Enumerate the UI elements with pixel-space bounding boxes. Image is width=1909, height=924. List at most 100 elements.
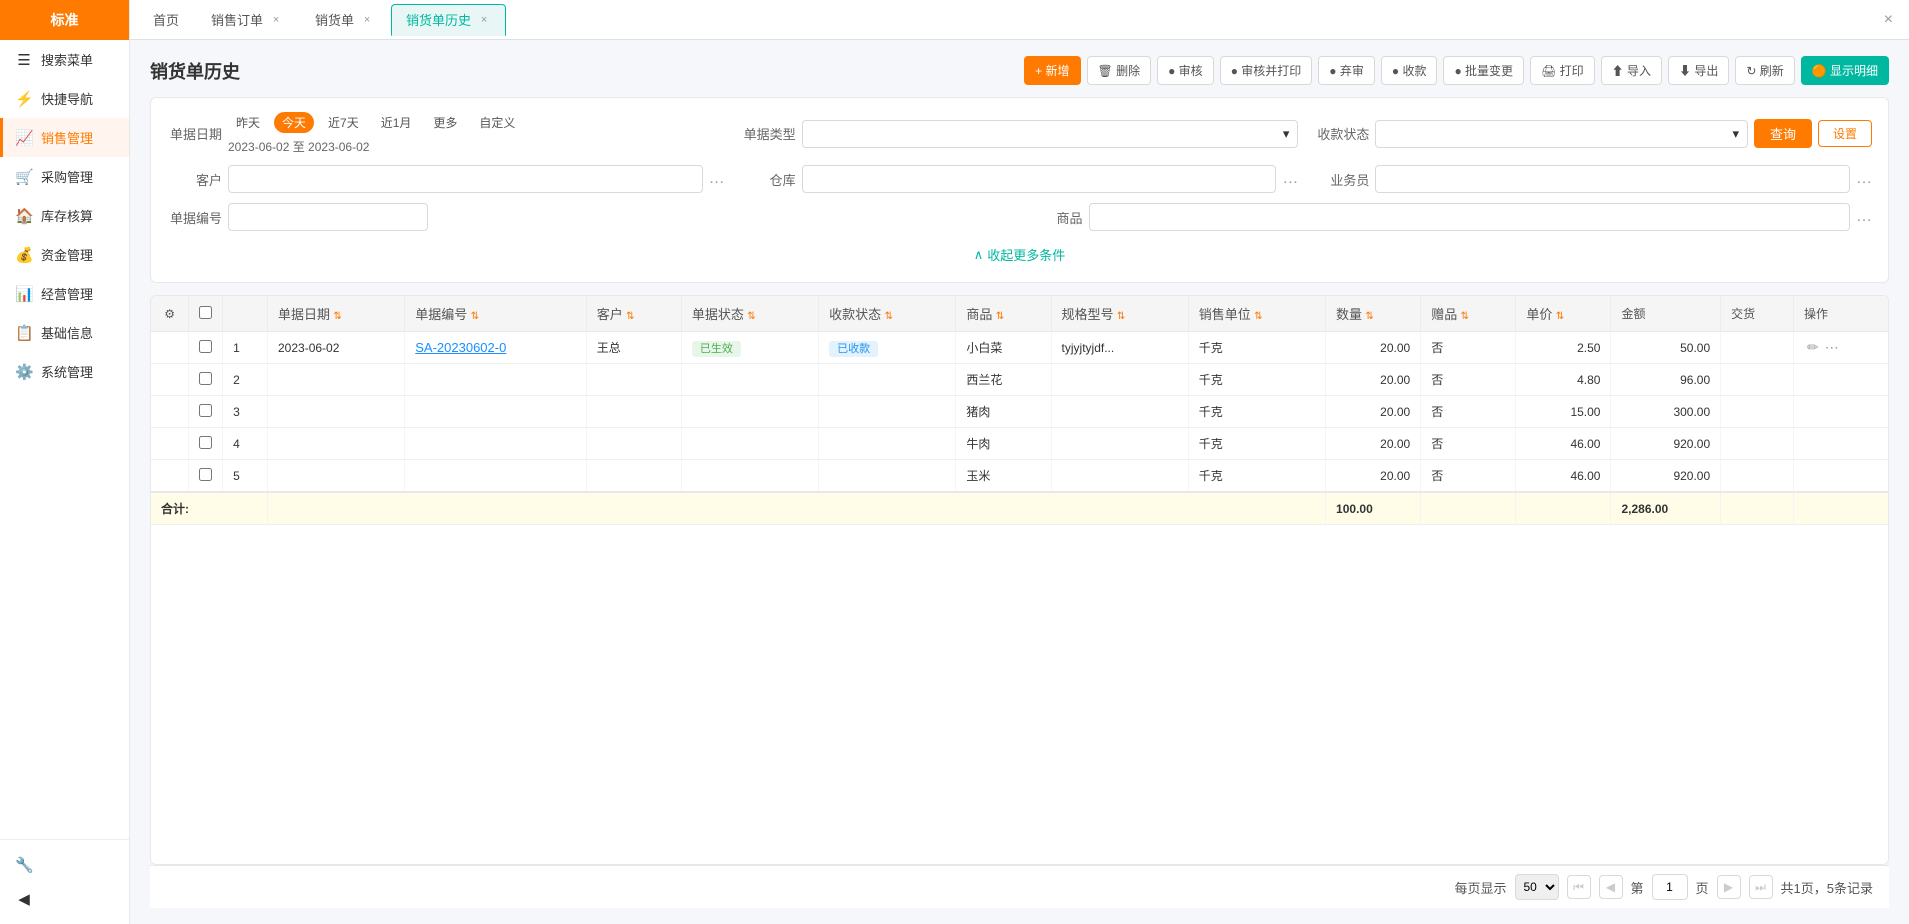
collection-status-select[interactable]: ▾: [1375, 120, 1748, 148]
tab-sales-order-close[interactable]: ×: [269, 13, 283, 27]
first-page-button[interactable]: ⏮: [1567, 875, 1591, 899]
delete-button[interactable]: 🗑 删除: [1087, 56, 1152, 85]
row-doc-number[interactable]: SA-20230602-0: [405, 332, 587, 364]
sidebar-bottom-settings[interactable]: 🔧: [0, 848, 129, 882]
per-page-select[interactable]: 50: [1515, 874, 1559, 900]
sidebar-collapse-btn[interactable]: ◀: [0, 882, 129, 916]
select-all-checkbox[interactable]: [199, 306, 212, 319]
shortcut-more[interactable]: 更多: [425, 112, 465, 133]
warehouse-input[interactable]: [802, 165, 1277, 193]
page-number-input[interactable]: [1652, 874, 1688, 900]
th-collection-status[interactable]: 收款状态 ⇅: [819, 296, 956, 332]
refresh-button[interactable]: ↻ 刷新: [1735, 56, 1794, 85]
row-checkbox[interactable]: [189, 428, 223, 460]
edit-icon[interactable]: ✏: [1804, 339, 1822, 355]
salesperson-dots[interactable]: …: [1856, 170, 1872, 188]
more-icon[interactable]: ⋯: [1822, 339, 1842, 355]
row-checkbox[interactable]: [189, 332, 223, 364]
shortcut-1month[interactable]: 近1月: [373, 112, 420, 133]
sidebar-item-basic-info[interactable]: 📋 基础信息: [0, 313, 129, 352]
shortcut-7days[interactable]: 近7天: [320, 112, 367, 133]
goods-label: 商品: [1028, 208, 1083, 227]
doc-number-input[interactable]: [228, 203, 428, 231]
salesperson-input[interactable]: [1375, 165, 1850, 193]
th-goods[interactable]: 商品 ⇅: [956, 296, 1051, 332]
shortcut-yesterday[interactable]: 昨天: [228, 112, 268, 133]
sidebar-logo: 标准: [0, 0, 129, 40]
row-checkbox[interactable]: [189, 364, 223, 396]
th-unit-price[interactable]: 单价 ⇅: [1516, 296, 1611, 332]
tab-sales-delivery[interactable]: 销货单 ×: [300, 4, 389, 36]
th-doc-number[interactable]: 单据编号 ⇅: [405, 296, 587, 332]
summary-gift-spacer: [1421, 492, 1516, 525]
th-checkbox[interactable]: [189, 296, 223, 332]
tab-bar: 首页 销售订单 × 销货单 × 销货单历史 × ×: [130, 0, 1909, 40]
th-doc-date[interactable]: 单据日期 ⇅: [268, 296, 405, 332]
sidebar-item-search-menu[interactable]: ☰ 搜索菜单: [0, 40, 129, 79]
sidebar-item-finance-mgmt[interactable]: 💰 资金管理: [0, 235, 129, 274]
goods-input[interactable]: [1089, 203, 1851, 231]
customer-dots[interactable]: …: [709, 170, 725, 188]
row-doc-date: [268, 364, 405, 396]
tab-sales-order[interactable]: 销售订单 ×: [196, 4, 298, 36]
th-spec[interactable]: 规格型号 ⇅: [1051, 296, 1188, 332]
collapse-filter-button[interactable]: ∧ 收起更多条件: [167, 241, 1872, 268]
tab-home[interactable]: 首页: [138, 4, 194, 36]
th-sales-unit[interactable]: 销售单位 ⇅: [1188, 296, 1325, 332]
row-customer: [586, 460, 681, 493]
row-checkbox[interactable]: [189, 460, 223, 493]
batch-change-button[interactable]: ● 批量变更: [1443, 56, 1524, 85]
th-doc-status[interactable]: 单据状态 ⇅: [681, 296, 818, 332]
settings-button[interactable]: 设置: [1818, 120, 1872, 147]
query-button[interactable]: 查询: [1754, 119, 1812, 148]
per-page-label: 每页显示: [1454, 878, 1506, 897]
sidebar-item-sales-mgmt[interactable]: 📈 销售管理: [0, 118, 129, 157]
audit-print-button[interactable]: ● 审核并打印: [1220, 56, 1313, 85]
row-checkbox[interactable]: [189, 396, 223, 428]
doc-type-select[interactable]: ▾: [802, 120, 1299, 148]
row-sales-unit: 千克: [1188, 460, 1325, 493]
tab-sales-history-close[interactable]: ×: [477, 13, 491, 27]
sidebar-item-inventory-calc[interactable]: 🏠 库存核算: [0, 196, 129, 235]
tab-sales-delivery-close[interactable]: ×: [360, 13, 374, 27]
next-page-button[interactable]: ▶: [1717, 875, 1741, 899]
row-num: 4: [223, 428, 268, 460]
close-all-tabs-button[interactable]: ×: [1876, 11, 1901, 29]
table-row: 5玉米千克20.00否46.00920.00: [151, 460, 1888, 493]
customer-input[interactable]: [228, 165, 703, 193]
th-gift[interactable]: 赠品 ⇅: [1421, 296, 1516, 332]
row-spec: [1051, 428, 1188, 460]
doc-status-sort-icon: ⇅: [747, 311, 755, 322]
prev-page-button[interactable]: ◀: [1599, 875, 1623, 899]
sidebar-item-label: 系统管理: [41, 362, 93, 381]
th-quantity[interactable]: 数量 ⇅: [1326, 296, 1421, 332]
table-body: 12023-06-02SA-20230602-0王总已生效已收款小白菜tyjyj…: [151, 332, 1888, 493]
export-button[interactable]: ⬇ 导出: [1668, 56, 1729, 85]
sidebar-item-quick-nav[interactable]: ⚡ 快捷导航: [0, 79, 129, 118]
last-page-button[interactable]: ⏭: [1749, 875, 1773, 899]
print-button[interactable]: 🖨 打印: [1530, 56, 1595, 85]
audit-button[interactable]: ● 审核: [1157, 56, 1214, 85]
row-transaction: [1721, 428, 1794, 460]
sidebar-item-sys-mgmt[interactable]: ⚙️ 系统管理: [0, 352, 129, 391]
sidebar-item-purchase-mgmt[interactable]: 🛒 采购管理: [0, 157, 129, 196]
goods-dots[interactable]: …: [1856, 208, 1872, 226]
row-gift: 否: [1421, 332, 1516, 364]
abandon-button[interactable]: ● 弃审: [1318, 56, 1375, 85]
row-collection-status: [819, 396, 956, 428]
shortcut-custom[interactable]: 自定义: [471, 112, 523, 133]
tab-sales-history[interactable]: 销货单历史 ×: [391, 4, 506, 36]
display-detail-button[interactable]: 🟠 显示明细: [1801, 56, 1889, 85]
shortcut-today[interactable]: 今天: [274, 112, 314, 133]
collect-button[interactable]: ● 收款: [1381, 56, 1438, 85]
th-customer[interactable]: 客户 ⇅: [586, 296, 681, 332]
sidebar-item-ops-mgmt[interactable]: 📊 经营管理: [0, 274, 129, 313]
row-doc-date: [268, 460, 405, 493]
warehouse-dots[interactable]: …: [1282, 170, 1298, 188]
filter-goods: 商品 …: [1028, 203, 1873, 231]
row-num: 1: [223, 332, 268, 364]
th-settings[interactable]: ⚙: [151, 296, 189, 332]
new-button[interactable]: + 新增: [1024, 56, 1080, 85]
main-content: 首页 销售订单 × 销货单 × 销货单历史 × × 销货单历史 + 新增 🗑 删…: [130, 0, 1909, 924]
import-button[interactable]: ⬆ 导入: [1601, 56, 1662, 85]
